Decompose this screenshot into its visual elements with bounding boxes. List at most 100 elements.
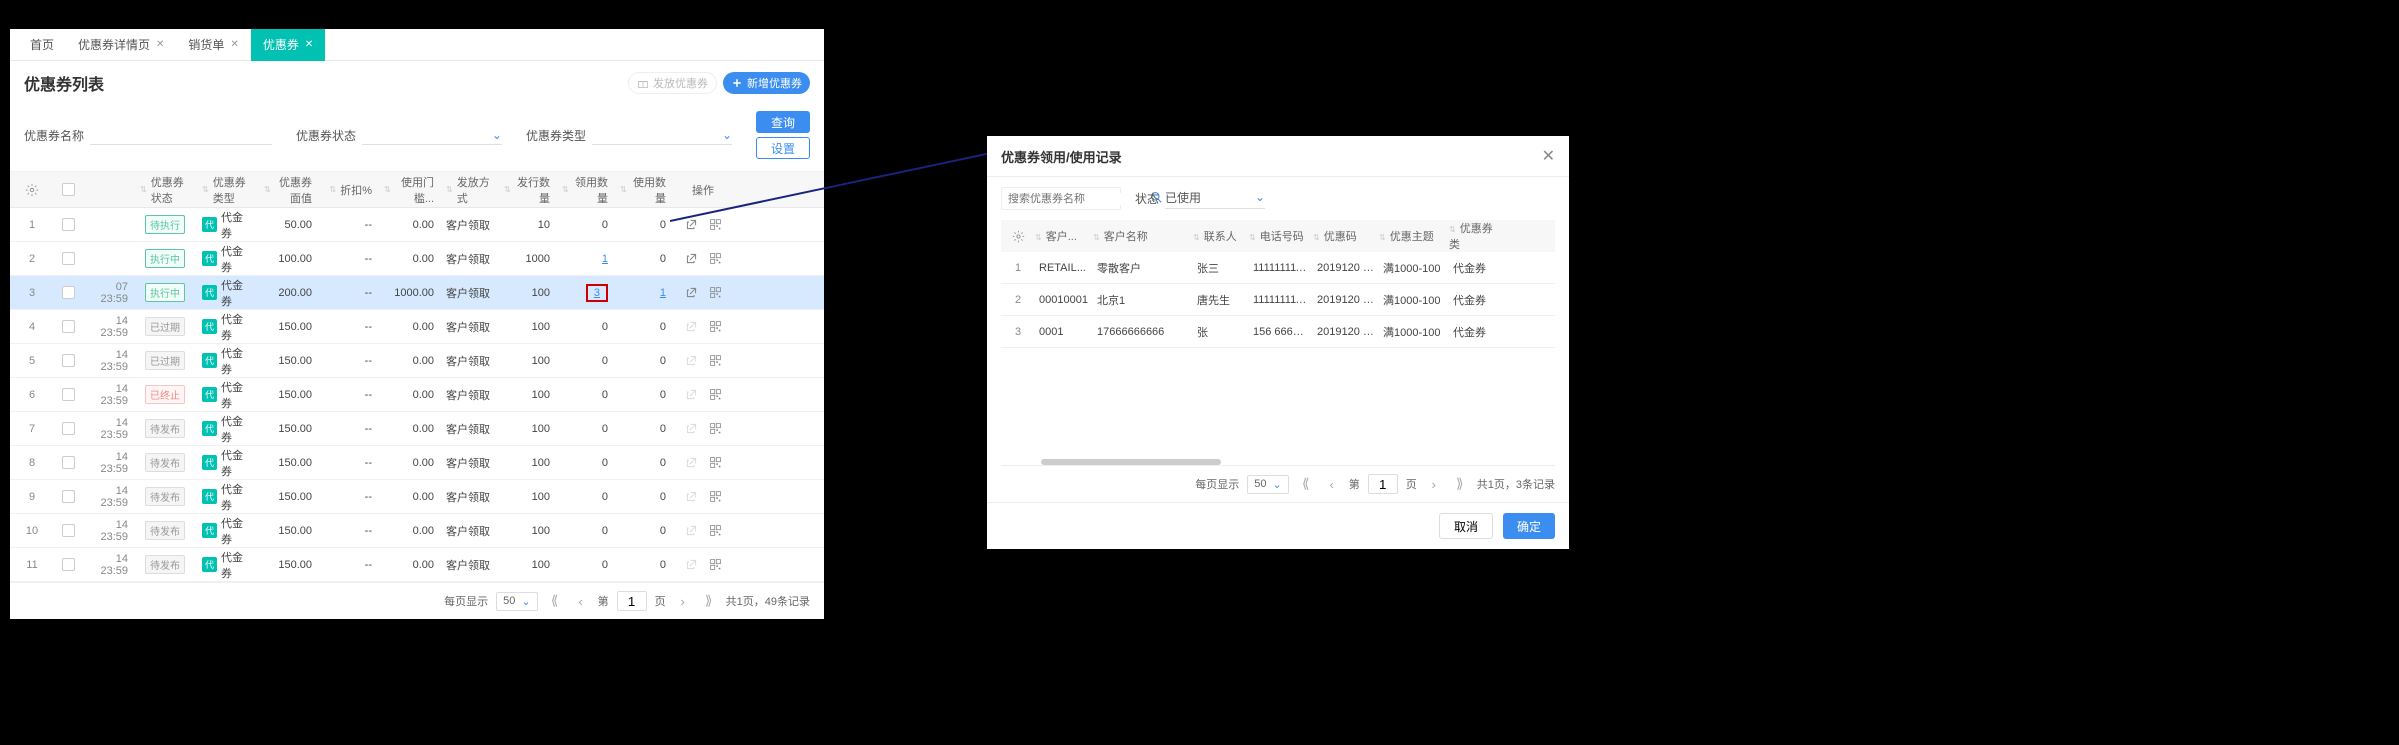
col-face[interactable]: 优惠券面值: [275, 174, 312, 206]
qrcode-icon[interactable]: [707, 455, 723, 471]
qrcode-icon[interactable]: [707, 319, 723, 335]
filter-type-select[interactable]: ⌄: [592, 125, 732, 145]
share-icon[interactable]: [683, 285, 699, 301]
close-icon[interactable]: ✕: [305, 39, 313, 50]
table-row[interactable]: 614 23:59已终止代代金券150.00--0.00客户领取10000: [10, 378, 824, 412]
col-type[interactable]: 优惠券类型: [213, 174, 252, 206]
share-icon: [683, 489, 699, 505]
qrcode-icon[interactable]: [707, 251, 723, 267]
row-checkbox[interactable]: [62, 558, 75, 571]
close-icon[interactable]: ✕: [1542, 146, 1555, 166]
tab[interactable]: 销货单✕: [176, 29, 250, 61]
row-checkbox[interactable]: [62, 252, 75, 265]
prev-page-button[interactable]: ‹: [572, 592, 590, 610]
modal-search-input[interactable]: [1008, 193, 1150, 205]
first-page-button[interactable]: ⟪: [1297, 475, 1315, 493]
table-row[interactable]: 814 23:59待发布代代金券150.00--0.00客户领取10000: [10, 446, 824, 480]
qrcode-icon[interactable]: [707, 489, 723, 505]
filter-type-label: 优惠券类型: [526, 127, 586, 144]
table-row[interactable]: 1014 23:59待发布代代金券150.00--0.00客户领取10000: [10, 514, 824, 548]
col-method[interactable]: 发放方式: [457, 174, 492, 206]
tab[interactable]: 首页: [18, 29, 66, 61]
per-page-select[interactable]: 50⌄: [496, 592, 537, 611]
first-page-button[interactable]: ⟪: [546, 592, 564, 610]
search-button[interactable]: 查询: [756, 111, 810, 133]
page-input[interactable]: [617, 591, 647, 611]
qrcode-icon[interactable]: [707, 421, 723, 437]
filter-name-input[interactable]: [90, 125, 272, 145]
table-row[interactable]: 914 23:59待发布代代金券150.00--0.00客户领取10000: [10, 480, 824, 514]
share-icon: [683, 387, 699, 403]
filter-row: 优惠券名称 优惠券状态 ⌄ 优惠券类型 ⌄ 查询 设置: [10, 103, 824, 172]
table-row[interactable]: 1114 23:59待发布代代金券150.00--0.00客户领取10000: [10, 548, 824, 582]
qrcode-icon[interactable]: [707, 217, 723, 233]
receive-count-link[interactable]: 3: [594, 287, 600, 299]
col-issue[interactable]: 发行数量: [515, 174, 550, 206]
receive-count-link[interactable]: 1: [602, 253, 608, 265]
row-checkbox[interactable]: [62, 320, 75, 333]
table-row[interactable]: 1待执行代代金券50.00--0.00客户领取1000: [10, 208, 824, 242]
distribute-coupon-button[interactable]: 发放优惠券: [628, 72, 717, 94]
select-all-checkbox[interactable]: [62, 183, 75, 196]
qrcode-icon[interactable]: [707, 557, 723, 573]
row-checkbox[interactable]: [62, 524, 75, 537]
qrcode-icon[interactable]: [707, 387, 723, 403]
share-icon[interactable]: [683, 217, 699, 233]
table-row[interactable]: 307 23:59执行中代代金券200.00--1000.00客户领取10031: [10, 276, 824, 310]
ok-button[interactable]: 确定: [1503, 513, 1555, 539]
row-checkbox[interactable]: [62, 456, 75, 469]
last-page-button[interactable]: ⟫: [700, 592, 718, 610]
modal-per-page-select[interactable]: 50⌄: [1247, 475, 1288, 494]
table-row[interactable]: 1RETAIL...零散客户张三111111111112019120 70...…: [1001, 252, 1555, 284]
col-status[interactable]: 优惠券状态: [151, 174, 190, 206]
table-row[interactable]: 2执行中代代金券100.00--0.00客户领取100010: [10, 242, 824, 276]
col-discount[interactable]: 折扣%: [340, 182, 372, 198]
col-use[interactable]: 使用数量: [631, 174, 666, 206]
tab[interactable]: 优惠券详情页✕: [66, 29, 176, 61]
close-icon[interactable]: ✕: [156, 39, 164, 50]
usage-modal: 优惠券领用/使用记录 ✕ 状态 已使用 ⌄ ⇅客户... ⇅客户名称 ⇅联系人: [987, 136, 1569, 549]
filter-status-select[interactable]: ⌄: [362, 125, 502, 145]
qrcode-icon[interactable]: [707, 285, 723, 301]
gear-icon[interactable]: [1001, 230, 1035, 243]
main-panel: 首页优惠券详情页✕销货单✕优惠券✕ 优惠券列表 发放优惠券 新增优惠券 优惠券名…: [10, 29, 824, 619]
prev-page-button[interactable]: ‹: [1323, 475, 1341, 493]
total-label: 共1页，49条记录: [726, 593, 810, 609]
tab[interactable]: 优惠券✕: [251, 29, 325, 61]
modal-status-select[interactable]: 已使用 ⌄: [1165, 189, 1265, 209]
qrcode-icon[interactable]: [707, 523, 723, 539]
horizontal-scrollbar[interactable]: [1001, 458, 1555, 466]
table-row[interactable]: 200010001北京1唐先生111111111112019120 70...满…: [1001, 284, 1555, 316]
table-row[interactable]: 714 23:59待发布代代金券150.00--0.00客户领取10000: [10, 412, 824, 446]
close-icon[interactable]: ✕: [230, 39, 238, 50]
col-receive[interactable]: 领用数量: [573, 174, 608, 206]
row-checkbox[interactable]: [62, 354, 75, 367]
share-icon[interactable]: [683, 251, 699, 267]
gear-icon[interactable]: [10, 183, 54, 197]
table-row[interactable]: 3000117666666666张156 6666 6...2019120 70…: [1001, 316, 1555, 348]
gift-icon: [637, 77, 649, 89]
last-page-button[interactable]: ⟫: [1451, 475, 1469, 493]
col-threshold[interactable]: 使用门槛...: [395, 174, 434, 206]
modal-search[interactable]: [1001, 187, 1121, 210]
table-row[interactable]: 414 23:59已过期代代金券150.00--0.00客户领取10000: [10, 310, 824, 344]
coupon-table: ⇅优惠券状态 ⇅优惠券类型 ⇅优惠券面值 ⇅折扣% ⇅使用门槛... ⇅发放方式…: [10, 172, 824, 582]
row-checkbox[interactable]: [62, 388, 75, 401]
next-page-button[interactable]: ›: [1425, 475, 1443, 493]
settings-button[interactable]: 设置: [756, 137, 810, 159]
share-icon: [683, 523, 699, 539]
row-checkbox[interactable]: [62, 490, 75, 503]
next-page-button[interactable]: ›: [674, 592, 692, 610]
status-badge: 待执行: [145, 215, 185, 234]
modal-page-input[interactable]: [1368, 474, 1398, 494]
use-count-link[interactable]: 1: [660, 287, 666, 299]
cancel-button[interactable]: 取消: [1439, 513, 1493, 539]
add-coupon-button[interactable]: 新增优惠券: [723, 72, 810, 94]
row-checkbox[interactable]: [62, 422, 75, 435]
row-checkbox[interactable]: [62, 286, 75, 299]
type-badge: 代: [202, 421, 217, 436]
qrcode-icon[interactable]: [707, 353, 723, 369]
filter-status-label: 优惠券状态: [296, 127, 356, 144]
row-checkbox[interactable]: [62, 218, 75, 231]
table-row[interactable]: 514 23:59已过期代代金券150.00--0.00客户领取10000: [10, 344, 824, 378]
